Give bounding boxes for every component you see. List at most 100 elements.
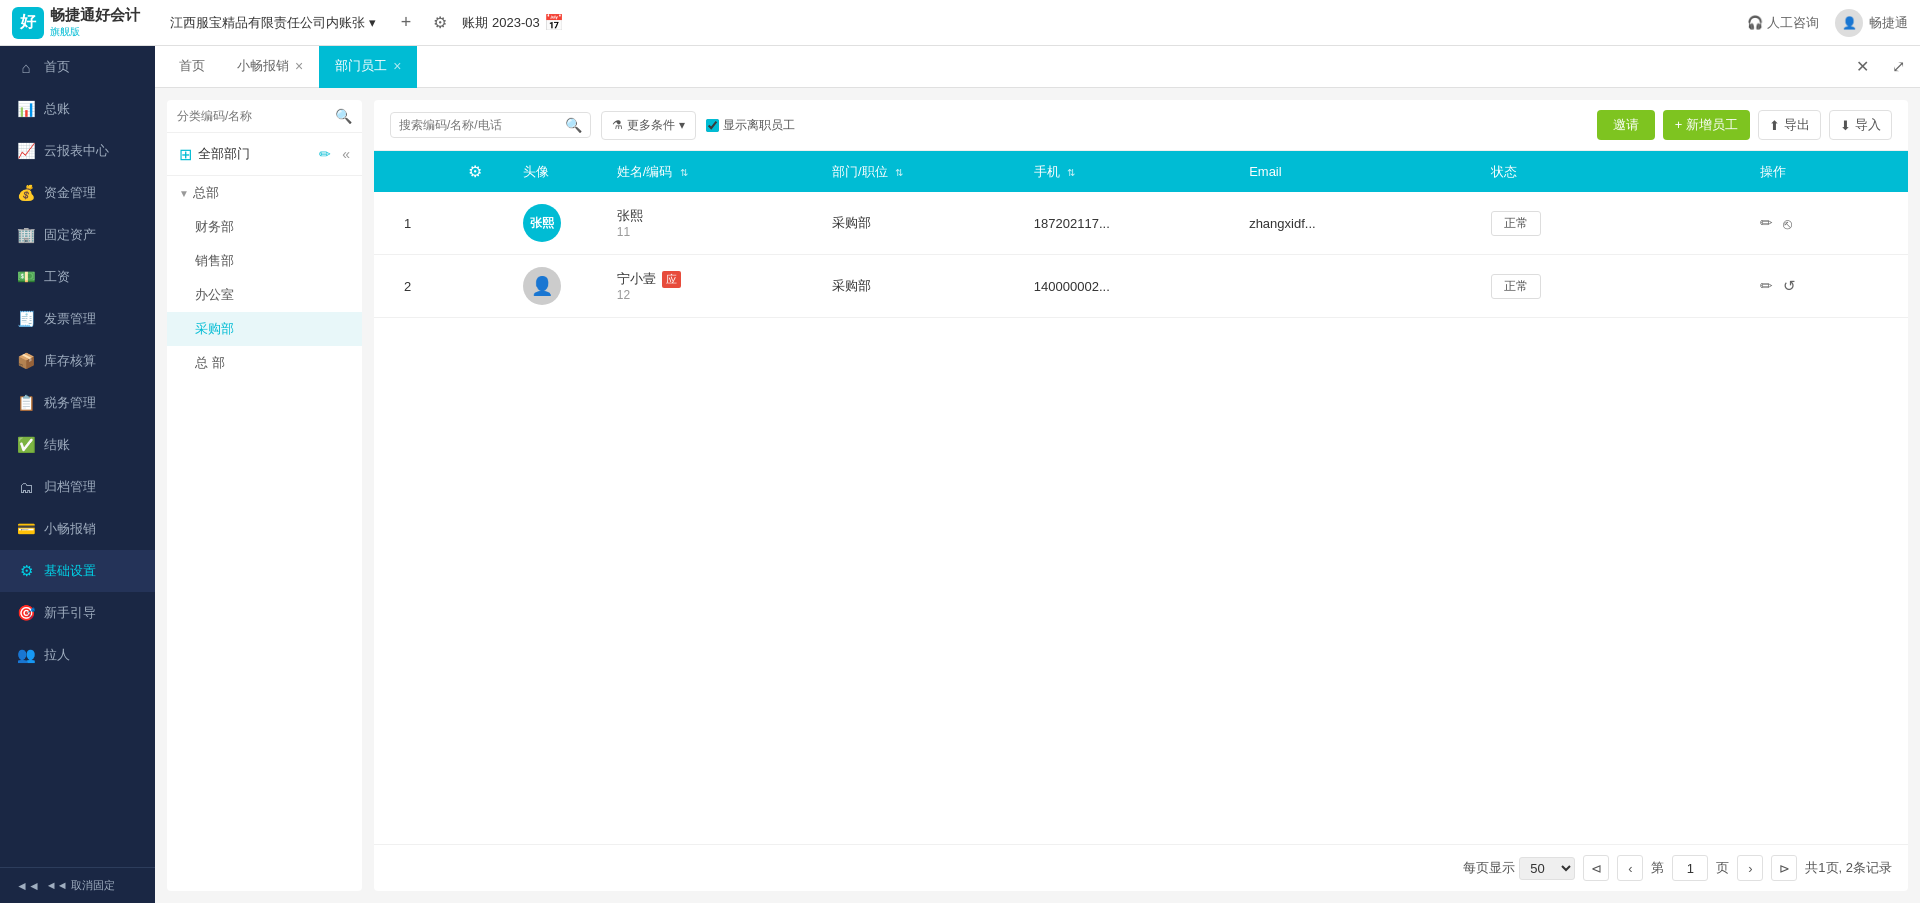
emp-code-1: 11 — [617, 225, 804, 239]
add-employee-button[interactable]: + 新增员工 — [1663, 110, 1750, 140]
right-panel: 🔍 ⚗ 更多条件 ▾ 显示离职员工 邀请 — [374, 100, 1908, 891]
dept-item-sales[interactable]: 销售部 — [167, 244, 362, 278]
dept-item-general[interactable]: 总 部 — [167, 346, 362, 380]
settings-button[interactable]: ⚙ — [428, 11, 452, 35]
sidebar-item-invoice[interactable]: 🧾 发票管理 — [0, 298, 155, 340]
dept-edit-button[interactable]: ✏ — [314, 143, 336, 165]
tab-home[interactable]: 首页 — [163, 46, 221, 88]
export-button[interactable]: ⬆ 导出 — [1758, 110, 1821, 140]
sidebar-item-label: 工资 — [44, 268, 70, 286]
cancel-fixed-label: ◄◄ 取消固定 — [46, 878, 115, 893]
logo-sub: 旗舰版 — [50, 25, 140, 39]
all-dept-header[interactable]: ⊞ 全部部门 ✏ « — [167, 133, 362, 176]
more-filters-button[interactable]: ⚗ 更多条件 ▾ — [601, 111, 696, 140]
user-area[interactable]: 👤 畅捷通 — [1835, 9, 1908, 37]
show-resigned-checkbox-area[interactable]: 显示离职员工 — [706, 117, 795, 134]
sidebar-item-close-accounts[interactable]: ✅ 结账 — [0, 424, 155, 466]
dept-search-input[interactable] — [177, 109, 329, 123]
sidebar-item-home[interactable]: ⌂ 首页 — [0, 46, 155, 88]
guide-icon: 🎯 — [16, 604, 36, 622]
sidebar-item-salary[interactable]: 💵 工资 — [0, 256, 155, 298]
search-icon[interactable]: 🔍 — [565, 117, 582, 133]
sidebar-item-invite[interactable]: 👥 拉人 — [0, 634, 155, 676]
left-panel: 🔍 ⊞ 全部部门 ✏ « ▼ 总部 财务部 — [167, 100, 362, 891]
col-name-code[interactable]: 姓名/编码 ⇅ — [603, 151, 818, 192]
tab-dept-employees[interactable]: 部门员工 × — [319, 46, 417, 88]
sidebar-item-fixed-assets[interactable]: 🏢 固定资产 — [0, 214, 155, 256]
expense-icon: 💳 — [16, 520, 36, 538]
show-resigned-checkbox[interactable] — [706, 119, 719, 132]
avatar-gray-2: 👤 — [523, 267, 561, 305]
dept-collapse-button[interactable]: « — [342, 146, 350, 162]
edit-button-1[interactable]: ✏ — [1760, 214, 1773, 232]
employee-search-input[interactable] — [399, 118, 559, 132]
row2-status: 正常 — [1477, 255, 1746, 318]
sidebar-item-expense[interactable]: 💳 小畅报销 — [0, 508, 155, 550]
add-tab-button[interactable]: + — [394, 11, 418, 35]
logo-icon: 好 — [12, 7, 44, 39]
maximize-tab-button[interactable]: ⤢ — [1884, 53, 1912, 81]
dept-item-office[interactable]: 办公室 — [167, 278, 362, 312]
edit-button-2[interactable]: ✏ — [1760, 277, 1773, 295]
emp-name-1: 张熙 — [617, 207, 804, 225]
sidebar-item-guide[interactable]: 🎯 新手引导 — [0, 592, 155, 634]
invite-icon: 👥 — [16, 646, 36, 664]
tab-dept-close[interactable]: × — [393, 59, 401, 73]
dept-item-purchasing[interactable]: 采购部 — [167, 312, 362, 346]
close-tab-button[interactable]: ✕ — [1848, 53, 1876, 81]
import-button[interactable]: ⬇ 导入 — [1829, 110, 1892, 140]
sidebar-item-label: 税务管理 — [44, 394, 96, 412]
col-dept[interactable]: 部门/职位 ⇅ — [818, 151, 1020, 192]
row2-phone: 140000002... — [1020, 255, 1235, 318]
emp-name-2: 宁小壹 — [617, 270, 656, 288]
dept-group-hq: ▼ 总部 财务部 销售部 办公室 采购部 — [167, 176, 362, 380]
page-number-input[interactable] — [1672, 855, 1708, 881]
prev-page-button[interactable]: ‹ — [1617, 855, 1643, 881]
dept-item-finance[interactable]: 财务部 — [167, 210, 362, 244]
top-header: 好 畅捷通好会计 旗舰版 江西服宝精品有限责任公司内账张 ▾ + ⚙ 账期 20… — [0, 0, 1920, 46]
per-page-dropdown[interactable]: 10 20 50 100 — [1519, 857, 1575, 880]
show-resigned-label[interactable]: 显示离职员工 — [723, 117, 795, 134]
cancel-fixed-button[interactable]: ◄◄ ◄◄ 取消固定 — [0, 867, 155, 903]
row1-status: 正常 — [1477, 192, 1746, 255]
invite-label: 邀请 — [1613, 117, 1639, 132]
sidebar-item-archive[interactable]: 🗂 归档管理 — [0, 466, 155, 508]
last-page-button[interactable]: ⊳ — [1771, 855, 1797, 881]
dept-search-icon[interactable]: 🔍 — [335, 108, 352, 124]
invite-button[interactable]: 邀请 — [1597, 110, 1655, 140]
sidebar-item-label: 拉人 — [44, 646, 70, 664]
sidebar-item-reports[interactable]: 📈 云报表中心 — [0, 130, 155, 172]
calendar-icon[interactable]: 📅 — [544, 13, 564, 32]
dept-group-hq-header[interactable]: ▼ 总部 — [167, 176, 362, 210]
company-selector[interactable]: 江西服宝精品有限责任公司内账张 ▾ — [162, 10, 384, 36]
sort-icon-phone: ⇅ — [1067, 167, 1075, 178]
tab-expense-close[interactable]: × — [295, 59, 303, 73]
service-button[interactable]: 🎧 人工咨询 — [1747, 14, 1819, 32]
next-page-button[interactable]: › — [1737, 855, 1763, 881]
col-phone[interactable]: 手机 ⇅ — [1020, 151, 1235, 192]
table-row: 2 👤 宁小壹 — [374, 255, 1908, 318]
sidebar-item-tax[interactable]: 📋 税务管理 — [0, 382, 155, 424]
table-header-row: ⚙ 头像 姓名/编码 ⇅ 部门/职位 — [374, 151, 1908, 192]
first-page-button[interactable]: ⊲ — [1583, 855, 1609, 881]
sidebar-item-inventory[interactable]: 📦 库存核算 — [0, 340, 155, 382]
col-settings[interactable]: ⚙ — [441, 151, 508, 192]
name-code-2: 宁小壹 应 12 — [617, 270, 804, 302]
sidebar-item-label: 云报表中心 — [44, 142, 109, 160]
dept-general-label: 总 部 — [195, 355, 225, 370]
tabs-bar: 首页 小畅报销 × 部门员工 × ✕ ⤢ — [155, 46, 1920, 88]
toolbar: 🔍 ⚗ 更多条件 ▾ 显示离职员工 邀请 — [374, 100, 1908, 151]
tab-expense[interactable]: 小畅报销 × — [221, 46, 319, 88]
sidebar-item-general-ledger[interactable]: 📊 总账 — [0, 88, 155, 130]
row1-name-code: 张熙 11 — [603, 192, 818, 255]
settings-gear-icon[interactable]: ⚙ — [468, 163, 482, 180]
user-label: 畅捷通 — [1869, 14, 1908, 32]
funds-icon: 💰 — [16, 184, 36, 202]
dept-office-label: 办公室 — [195, 287, 234, 302]
delete-button-2[interactable]: ↺ — [1783, 277, 1796, 295]
import-label: 导入 — [1855, 116, 1881, 134]
sidebar-item-basic-settings[interactable]: ⚙ 基础设置 — [0, 550, 155, 592]
dept-group-hq-label: 总部 — [193, 184, 219, 202]
logout-button-1[interactable]: ⎋ — [1783, 214, 1792, 232]
sidebar-item-funds[interactable]: 💰 资金管理 — [0, 172, 155, 214]
